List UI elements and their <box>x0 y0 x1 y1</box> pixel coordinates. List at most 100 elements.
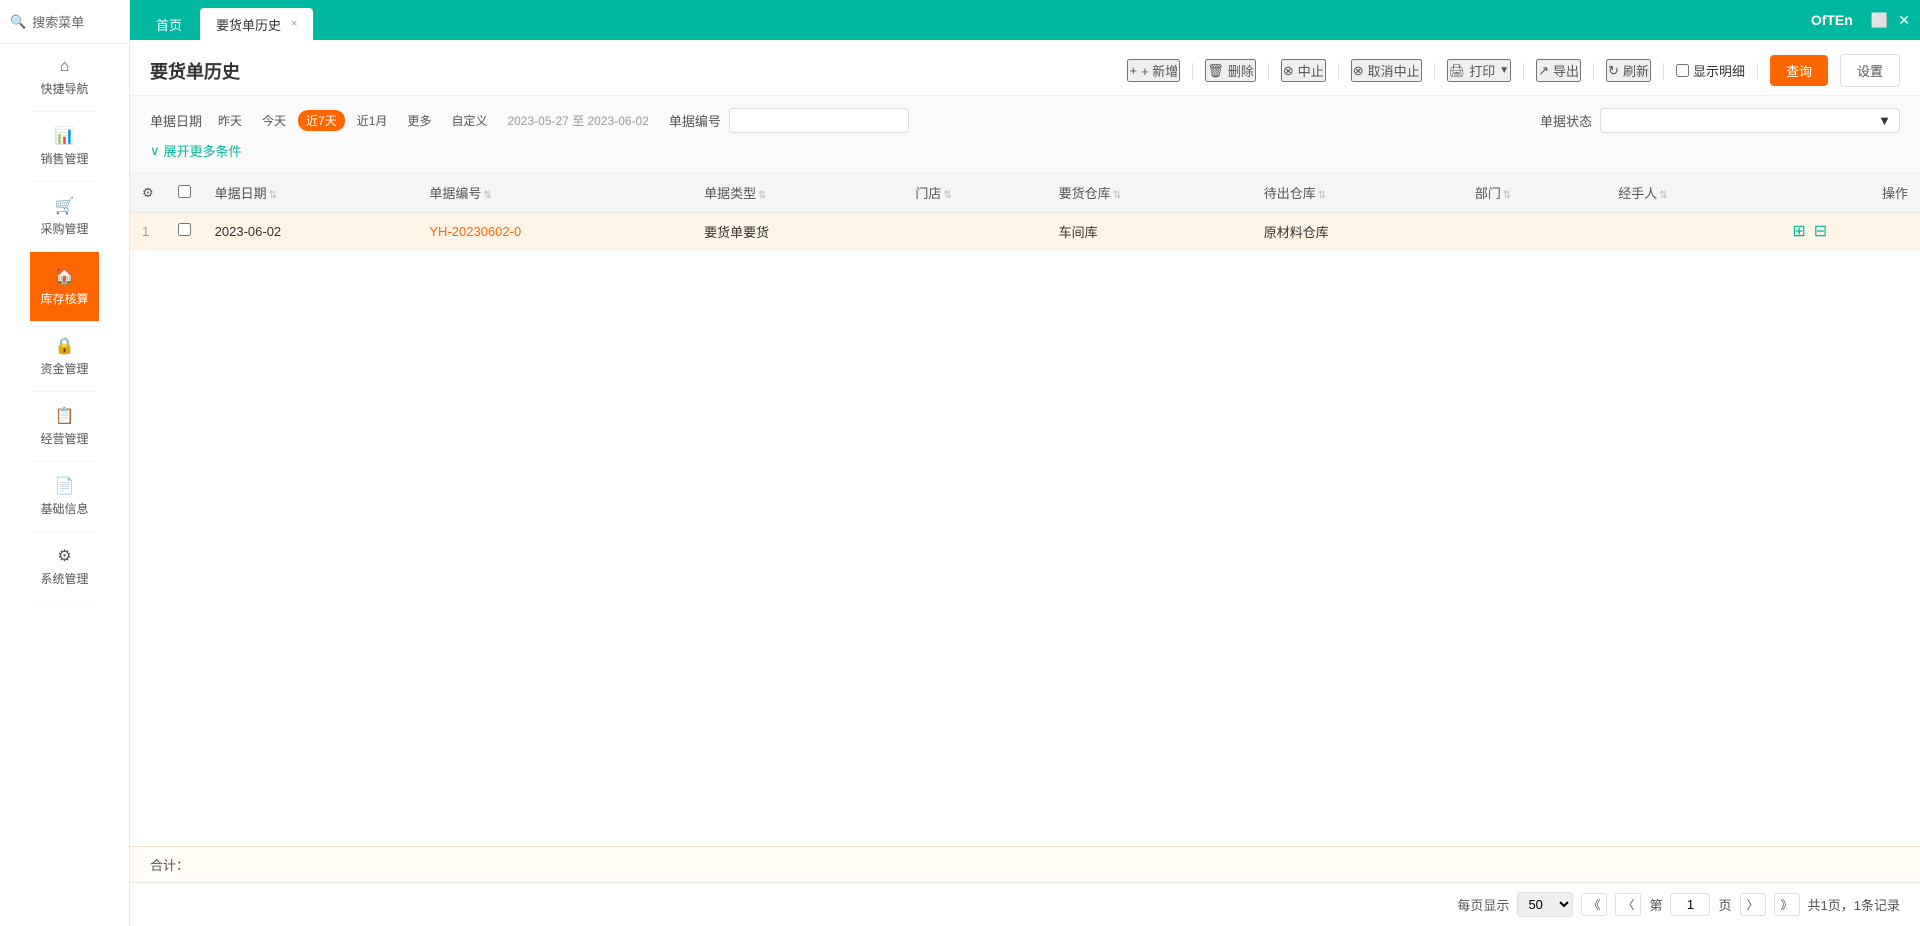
base-info-icon: 📄 <box>55 476 75 496</box>
chevron-down-icon: ▼ <box>1878 113 1891 128</box>
total-label: 合计： <box>150 855 189 874</box>
purchase-mgmt-icon: 🛒 <box>55 196 75 216</box>
row-checkbox-0[interactable] <box>166 213 203 250</box>
tab-requisition-history-label: 要货单历史 <box>216 15 281 34</box>
col-header-store[interactable]: 门店⇅ <box>903 173 1046 213</box>
window-controls: OfTEn ⬜ ✕ <box>1811 12 1910 29</box>
base-info-label: 基础信息 <box>40 500 88 517</box>
brand-label: OfTEn <box>1811 12 1853 28</box>
quick-nav-icon: ⌂ <box>60 58 70 76</box>
export-button[interactable]: ↗ 导出 <box>1536 59 1581 82</box>
sidebar-item-sales-mgmt[interactable]: 📊销售管理 <box>30 112 98 182</box>
sidebar-search[interactable]: 🔍 搜索菜单 <box>0 0 129 44</box>
tab-requisition-history[interactable]: 要货单历史 × <box>200 8 313 40</box>
col-header-handler[interactable]: 经手人⇅ <box>1606 173 1780 213</box>
page-title: 要货单历史 <box>150 58 240 84</box>
cancel-stop-icon: ⊗ <box>1353 63 1364 79</box>
per-page-label: 每页显示 <box>1457 895 1509 914</box>
row-doc-number-0[interactable]: YH-20230602-0 <box>417 213 692 250</box>
toolbar: + + 新增 🗑 删除 ⊗ 中止 ⊗ <box>1127 54 1900 87</box>
date-filter-item: 单据日期 昨天今天近7天近1月更多自定义 2023-05-27 至 2023-0… <box>150 110 649 131</box>
sort-icon-pending_warehouse: ⇅ <box>1318 190 1326 201</box>
col-label-doc_number: 单据编号 <box>429 186 481 201</box>
sidebar: 🔍 搜索菜单 ⌂快捷导航📊销售管理🛒采购管理🏠库存核算🔒资金管理📋经营管理 📄 基础… <box>0 0 130 926</box>
main-area: 首页要货单历史× OfTEn ⬜ ✕ 要货单历史 + + 新增 🗑 <box>130 0 1920 926</box>
sidebar-item-system-mgmt[interactable]: ⚙系统管理 <box>30 532 98 602</box>
refresh-button[interactable]: ↻ 刷新 <box>1606 59 1651 82</box>
per-page-select[interactable]: 102050100 <box>1517 892 1573 917</box>
chevron-down-expand-icon: ∨ <box>150 143 160 159</box>
delete-button[interactable]: 🗑 删除 <box>1205 59 1256 82</box>
sales-mgmt-icon: 📊 <box>55 126 75 146</box>
sidebar-item-inventory[interactable]: 🏠库存核算 <box>30 252 98 322</box>
sidebar-item-operations-mgmt[interactable]: 📋经营管理 <box>30 392 98 462</box>
expand-filter-button[interactable]: ∨ 展开更多条件 <box>150 141 1900 160</box>
system-mgmt-icon: ⚙ <box>57 546 71 566</box>
date-btn-昨天[interactable]: 昨天 <box>210 110 250 131</box>
cancel-stop-button[interactable]: ⊗ 取消中止 <box>1351 59 1422 82</box>
sidebar-item-base-info[interactable]: 📄 基础信息 <box>30 462 98 532</box>
doc-status-select[interactable]: ▼ <box>1600 108 1900 133</box>
doc-number-link-0[interactable]: YH-20230602-0 <box>429 224 521 239</box>
col-label-doc_date: 单据日期 <box>215 186 267 201</box>
settings-col-icon[interactable]: ⚙ <box>142 185 154 200</box>
row-more-icon-0[interactable]: ⊟ <box>1814 221 1827 241</box>
doc-number-label: 单据编号 <box>669 111 721 130</box>
col-header-settings: ⚙ <box>130 173 166 213</box>
col-header-doc_number[interactable]: 单据编号⇅ <box>417 173 692 213</box>
last-page-button[interactable]: 》 <box>1774 893 1800 916</box>
pagination-total-info: 共1页，1条记录 <box>1808 895 1900 914</box>
col-label-pending_warehouse: 待出仓库 <box>1264 186 1316 201</box>
date-btn-近1月[interactable]: 近1月 <box>349 110 396 131</box>
col-header-pending_warehouse[interactable]: 待出仓库⇅ <box>1252 173 1463 213</box>
date-btn-更多[interactable]: 更多 <box>399 110 439 131</box>
sort-icon-req_warehouse: ⇅ <box>1113 190 1121 201</box>
top-tabs-bar: 首页 要货单历史 × OfTEn ⬜ ✕ <box>130 0 1920 40</box>
settings-button[interactable]: 设置 <box>1840 54 1900 87</box>
date-btn-近7天[interactable]: 近7天 <box>298 110 345 131</box>
first-page-button[interactable]: 《 <box>1581 893 1607 916</box>
query-button[interactable]: 查询 <box>1770 55 1828 86</box>
col-header-department[interactable]: 部门⇅ <box>1463 173 1606 213</box>
show-detail-toggle[interactable]: 显示明细 <box>1676 61 1745 80</box>
row-num-0: 1 <box>130 213 166 250</box>
new-button[interactable]: + + 新增 <box>1127 59 1180 82</box>
doc-status-filter-item: 单据状态 ▼ <box>1540 108 1900 133</box>
stop-icon: ⊗ <box>1283 63 1294 79</box>
doc-status-label: 单据状态 <box>1540 111 1592 130</box>
row-department-0 <box>1463 213 1606 250</box>
restore-icon[interactable]: ⬜ <box>1871 12 1888 29</box>
content-area: 要货单历史 + + 新增 🗑 删除 ⊗ 中止 <box>130 40 1920 926</box>
doc-number-input[interactable] <box>729 108 909 133</box>
close-icon[interactable]: ✕ <box>1898 12 1910 29</box>
col-header-doc_date[interactable]: 单据日期⇅ <box>203 173 418 213</box>
row-pending-warehouse-0: 原材料仓库 <box>1252 213 1463 250</box>
select-all-checkbox[interactable] <box>178 185 191 198</box>
show-detail-checkbox[interactable] <box>1676 64 1689 77</box>
sort-icon-handler: ⇅ <box>1659 190 1667 201</box>
filter-row-1: 单据日期 昨天今天近7天近1月更多自定义 2023-05-27 至 2023-0… <box>150 108 1900 133</box>
tab-home[interactable]: 首页 <box>140 8 198 40</box>
stop-button[interactable]: ⊗ 中止 <box>1281 59 1326 82</box>
print-button[interactable]: 🖨 打印 ▼ <box>1447 59 1511 82</box>
date-filter-label: 单据日期 <box>150 111 202 130</box>
delete-icon: 🗑 <box>1207 63 1224 79</box>
date-btn-今天[interactable]: 今天 <box>254 110 294 131</box>
table-body: 12023-06-02YH-20230602-0要货单要货车间库原材料仓库 ⊞ … <box>130 213 1920 250</box>
sort-icon-doc_date: ⇅ <box>269 190 277 201</box>
prev-page-button[interactable]: 〈 <box>1615 893 1641 916</box>
col-header-doc_type[interactable]: 单据类型⇅ <box>692 173 903 213</box>
sidebar-item-finance-mgmt[interactable]: 🔒资金管理 <box>30 322 98 392</box>
tab-home-label: 首页 <box>156 15 182 34</box>
col-header-req_warehouse[interactable]: 要货仓库⇅ <box>1047 173 1252 213</box>
sidebar-item-quick-nav[interactable]: ⌂快捷导航 <box>30 44 98 112</box>
next-page-button[interactable]: 〉 <box>1740 893 1766 916</box>
doc-number-filter-item: 单据编号 <box>669 108 909 133</box>
sidebar-item-purchase-mgmt[interactable]: 🛒采购管理 <box>30 182 98 252</box>
row-view-icon-0[interactable]: ⊞ <box>1792 221 1805 241</box>
export-icon: ↗ <box>1538 63 1549 79</box>
date-btn-自定义[interactable]: 自定义 <box>443 110 495 131</box>
page-number-input[interactable] <box>1670 893 1710 916</box>
tab-requisition-history-close[interactable]: × <box>291 18 297 30</box>
print-dropdown-icon: ▼ <box>1499 65 1509 76</box>
